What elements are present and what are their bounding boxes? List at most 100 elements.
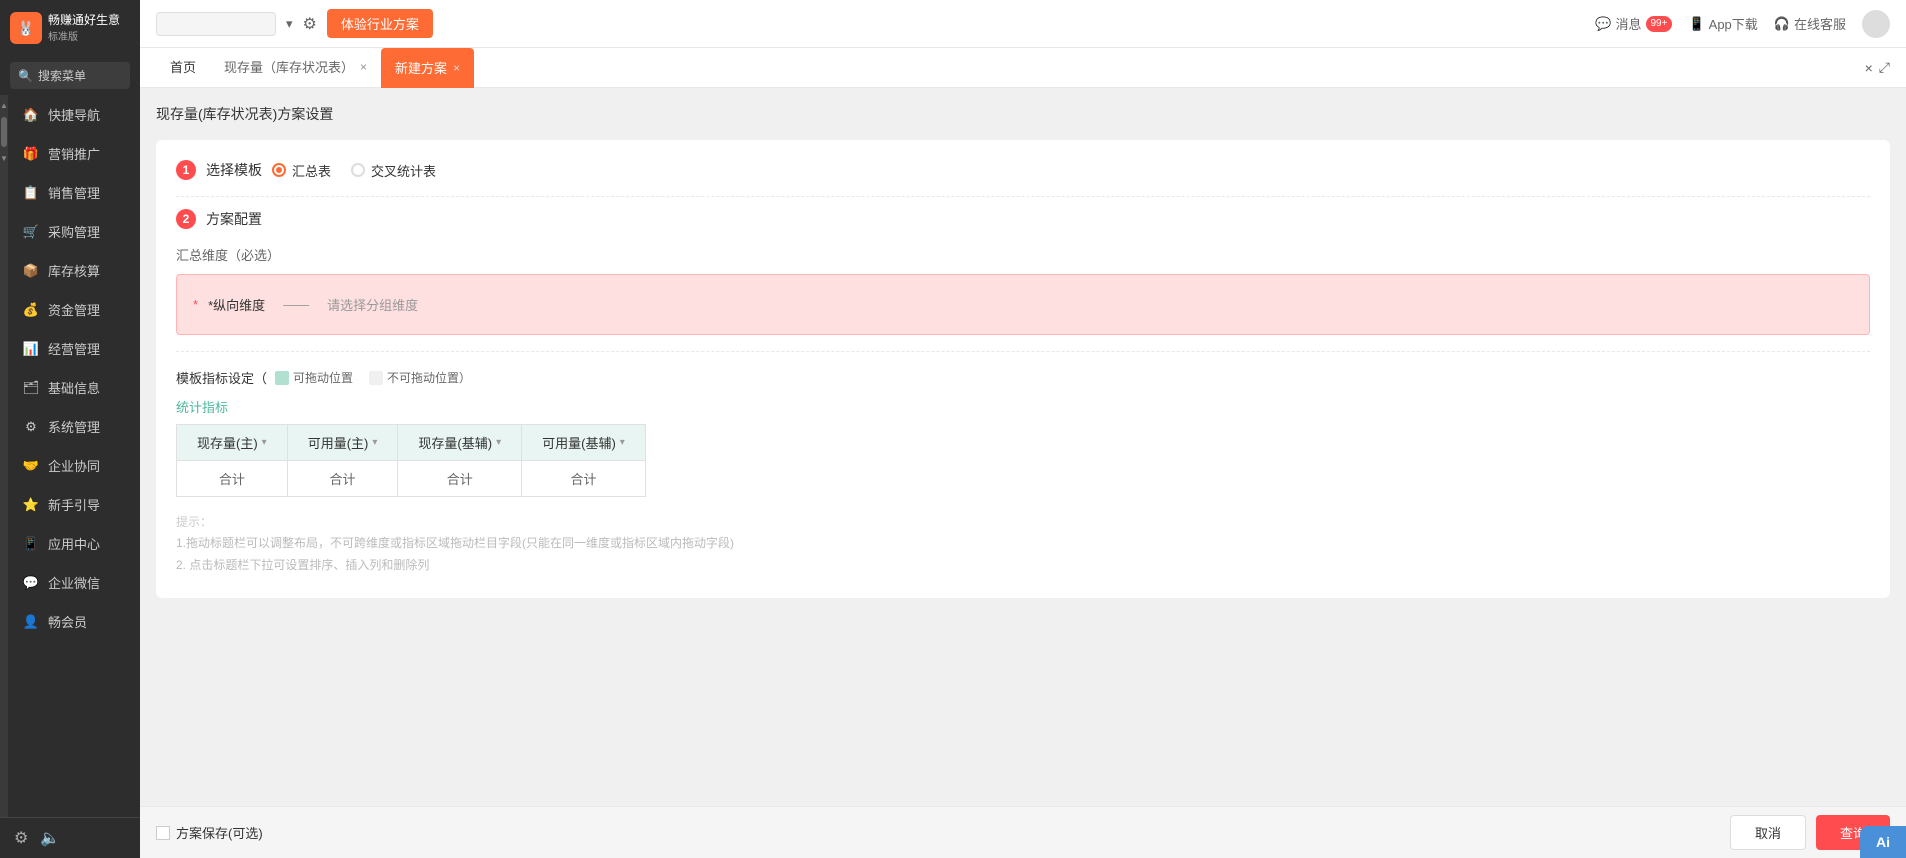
sidebar-item-enterprise-wechat[interactable]: 💬 企业微信 (8, 563, 140, 602)
sidebar-item-app-center[interactable]: 📱 应用中心 (8, 524, 140, 563)
industry-solution-button[interactable]: 体验行业方案 (327, 9, 433, 38)
app-center-icon: 📱 (22, 535, 40, 553)
indicator-settings-label: 模板指标设定（ 可拖动位置 不可拖动位置） (176, 368, 1870, 387)
ai-float-button[interactable]: Ai (1860, 826, 1906, 858)
divider1 (176, 196, 1870, 197)
topbar-search-input[interactable] (156, 12, 276, 36)
radio-cross-dot (351, 163, 365, 177)
basic-info-icon: 🗂 (22, 379, 40, 397)
legend-draggable: 可拖动位置 (275, 369, 353, 386)
cancel-button[interactable]: 取消 (1730, 815, 1806, 850)
tab-inventory-status-close-icon[interactable]: × (360, 60, 367, 74)
sidebar-item-label: 快捷导航 (48, 105, 100, 124)
indicator-settings-text: 模板指标设定（ (176, 368, 267, 387)
sidebar-item-purchase[interactable]: 🛒 采购管理 (8, 212, 140, 251)
messages-button[interactable]: 💬 消息 99+ (1595, 14, 1672, 33)
col-dropdown-2[interactable]: 现存量(基辅) ▾ (418, 433, 501, 452)
save-option[interactable]: 方案保存(可选) (156, 823, 263, 842)
legend-draggable-box (275, 371, 289, 385)
purchase-icon: 🛒 (22, 223, 40, 241)
member-icon: 👤 (22, 613, 40, 631)
sidebar-logo: 🐰 畅赚通好生意 标准版 (0, 0, 140, 56)
sidebar-scrollbar[interactable]: ▲ ▼ (0, 95, 8, 817)
sidebar-nav: 🏠 快捷导航 🎁 营销推广 📋 销售管理 🛒 采购管理 📦 库存核 (8, 95, 140, 817)
tab-inventory-status-label: 现存量（库存状况表） (224, 57, 354, 76)
sidebar-item-operations[interactable]: 📊 经营管理 (8, 329, 140, 368)
sidebar-item-quick-nav[interactable]: 🏠 快捷导航 (8, 95, 140, 134)
col-header-2[interactable]: 现存量(基辅) ▾ (398, 425, 522, 461)
template-radio-group: 汇总表 交叉统计表 (272, 161, 436, 180)
col-header-0[interactable]: 现存量(主) ▾ (177, 425, 288, 461)
expand-window-icon[interactable]: ⤢ (1879, 59, 1890, 76)
sidebar-item-label: 销售管理 (48, 183, 100, 202)
app-download-label: App下载 (1709, 14, 1758, 33)
tab-home[interactable]: 首页 (156, 48, 210, 88)
radio-summary[interactable]: 汇总表 (272, 161, 331, 180)
table-header-row: 现存量(主) ▾ 可用量(主) ▾ (177, 425, 646, 461)
sidebar-search-area: 🔍 搜索菜单 (0, 56, 140, 95)
sidebar-item-member[interactable]: 👤 畅会员 (8, 602, 140, 641)
settings-icon[interactable]: ⚙ (14, 828, 28, 848)
sidebar-item-enterprise[interactable]: 🤝 企业协同 (8, 446, 140, 485)
col-dropdown-arrow-3: ▾ (620, 437, 625, 448)
radio-cross[interactable]: 交叉统计表 (351, 161, 436, 180)
sidebar-item-marketing[interactable]: 🎁 营销推广 (8, 134, 140, 173)
sidebar-footer: ⚙ 🔈 (0, 817, 140, 858)
sidebar-item-inventory[interactable]: 📦 库存核算 (8, 251, 140, 290)
volume-icon[interactable]: 🔈 (40, 828, 60, 848)
page-title: 现存量(库存状况表)方案设置 (156, 104, 1890, 124)
newbie-icon: ⭐ (22, 496, 40, 514)
sidebar-item-label: 资金管理 (48, 300, 100, 319)
topbar-right: 💬 消息 99+ 📱 App下载 🎧 在线客服 (1595, 10, 1890, 38)
tips-section: 提示： 1.拖动标题栏可以调整布局，不可跨维度或指标区域拖动栏目字段(只能在同一… (176, 513, 1870, 575)
radio-cross-label: 交叉统计表 (371, 161, 436, 180)
legend-draggable-label: 可拖动位置 (293, 369, 353, 386)
sidebar-item-finance[interactable]: 💰 资金管理 (8, 290, 140, 329)
col-header-1[interactable]: 可用量(主) ▾ (287, 425, 398, 461)
dim-dash: —— (283, 297, 309, 312)
col-label-0: 现存量(主) (197, 433, 258, 452)
step1-title: 选择模板 (206, 160, 262, 180)
save-label: 方案保存(可选) (176, 823, 263, 842)
tab-new-plan-close-icon[interactable]: × (453, 61, 460, 75)
headset-icon: 🎧 (1774, 16, 1790, 32)
wechat-icon: 💬 (22, 574, 40, 592)
col-header-3[interactable]: 可用量(基辅) ▾ (522, 425, 646, 461)
col-dropdown-3[interactable]: 可用量(基辅) ▾ (542, 433, 625, 452)
save-checkbox[interactable] (156, 826, 170, 840)
tips-title: 提示： (176, 513, 1870, 530)
sidebar-item-label: 基础信息 (48, 378, 100, 397)
app-download-button[interactable]: 📱 App下载 (1688, 14, 1757, 33)
gift-icon: 🎁 (22, 145, 40, 163)
sidebar-item-sales[interactable]: 📋 销售管理 (8, 173, 140, 212)
col-dropdown-0[interactable]: 现存量(主) ▾ (197, 433, 267, 452)
tip-item-0: 1.拖动标题栏可以调整布局，不可跨维度或指标区域拖动栏目字段(只能在同一维度或指… (176, 534, 1870, 553)
sales-icon: 📋 (22, 184, 40, 202)
radio-summary-dot (272, 163, 286, 177)
legend-non-draggable-label: 不可拖动位置） (387, 369, 471, 386)
topbar-gear-icon[interactable]: ⚙ (303, 14, 317, 34)
sidebar-item-newbie[interactable]: ⭐ 新手引导 (8, 485, 140, 524)
topbar-dropdown-icon[interactable]: ▾ (286, 16, 293, 32)
sidebar-item-label: 经营管理 (48, 339, 100, 358)
search-menu-button[interactable]: 🔍 搜索菜单 (10, 62, 130, 89)
tab-new-plan[interactable]: 新建方案 × (381, 48, 474, 88)
tab-inventory-status[interactable]: 现存量（库存状况表） × (210, 48, 381, 88)
inventory-icon: 📦 (22, 262, 40, 280)
sidebar-item-label: 企业协同 (48, 456, 100, 475)
user-avatar[interactable] (1862, 10, 1890, 38)
close-window-icon[interactable]: × (1865, 60, 1873, 76)
step2-title: 方案配置 (206, 209, 262, 229)
sidebar-item-label: 库存核算 (48, 261, 100, 280)
required-asterisk: * (193, 297, 198, 312)
col-summary-2: 合计 (398, 461, 522, 497)
sidebar-item-basic-info[interactable]: 🗂 基础信息 (8, 368, 140, 407)
online-support-button[interactable]: 🎧 在线客服 (1774, 14, 1846, 33)
step2-header: 2 方案配置 (176, 209, 1870, 229)
sidebar-item-label: 应用中心 (48, 534, 100, 553)
app-edition: 标准版 (48, 28, 120, 43)
col-dropdown-1[interactable]: 可用量(主) ▾ (308, 433, 378, 452)
sidebar-item-system[interactable]: ⚙ 系统管理 (8, 407, 140, 446)
bottom-bar: 方案保存(可选) 取消 查询 (140, 806, 1906, 858)
col-summary-1: 合计 (287, 461, 398, 497)
